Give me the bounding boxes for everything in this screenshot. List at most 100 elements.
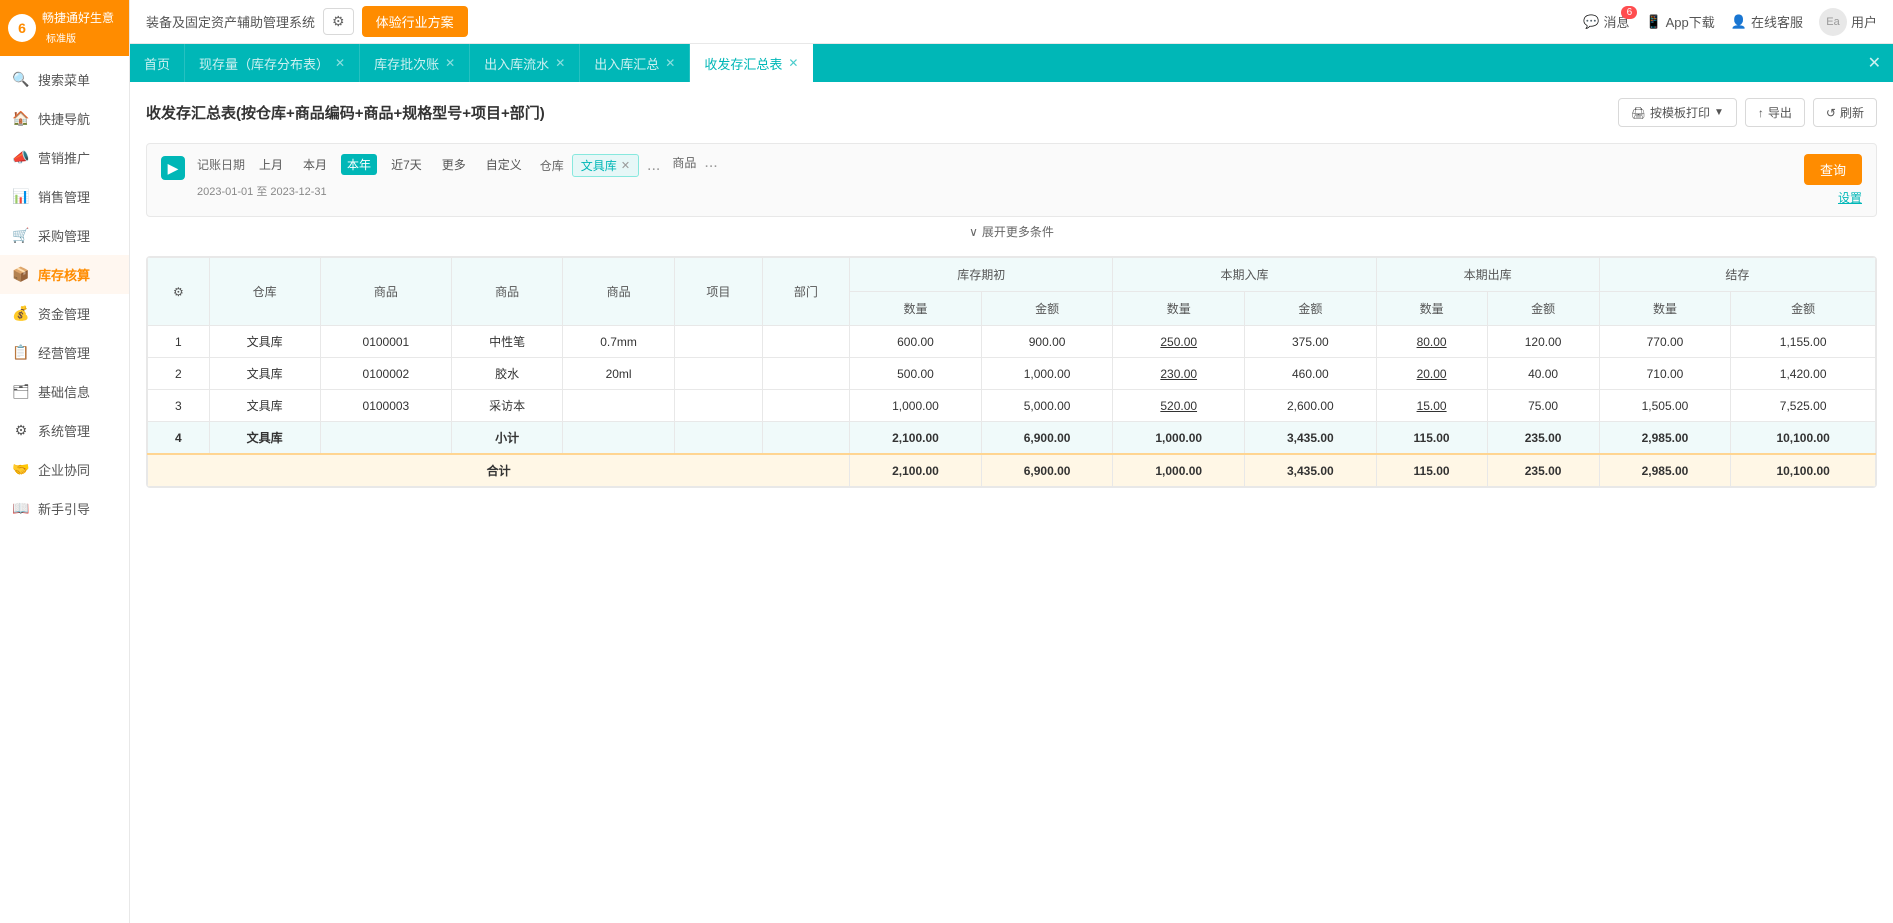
operations-icon: 📋 <box>12 344 30 361</box>
date-btn-more[interactable]: 更多 <box>436 154 472 175</box>
row-no: 2 <box>148 358 210 390</box>
tab-recv-send-label: 收发存汇总表 <box>704 54 782 73</box>
export-icon: ↑ <box>1758 106 1764 120</box>
finance-icon: 💰 <box>12 305 30 322</box>
tabbar: 首页 现存量（库存分布表） ✕ 库存批次账 ✕ 出入库流水 ✕ 出入库汇总 ✕ … <box>130 44 1893 82</box>
sidebar-item-label: 新手引导 <box>38 499 90 518</box>
sidebar-item-label: 系统管理 <box>38 421 90 440</box>
row-open-amt: 5,000.00 <box>981 390 1113 422</box>
tab-inout-flow-close[interactable]: ✕ <box>555 56 565 70</box>
row-end-amt: 1,155.00 <box>1731 326 1876 358</box>
row-in-amt: 2,600.00 <box>1245 390 1377 422</box>
purchase-icon: 🛒 <box>12 227 30 244</box>
warehouse-more-dots[interactable]: ... <box>647 158 660 174</box>
refresh-button[interactable]: ↺ 刷新 <box>1813 98 1877 127</box>
base-info-icon: 🗂 <box>12 383 30 400</box>
goods-code-col-header: 商品 <box>320 258 452 326</box>
goods-more-dots[interactable]: ... <box>704 155 717 171</box>
tab-inout-summary-close[interactable]: ✕ <box>665 56 675 70</box>
row-in-qty[interactable]: 230.00 <box>1113 358 1245 390</box>
settings-col-header[interactable]: ⚙ <box>148 258 210 326</box>
date-btn-this-year[interactable]: 本年 <box>341 154 377 175</box>
warehouse-tag-close[interactable]: ✕ <box>621 159 630 172</box>
sidebar-logo: 6 畅捷通好生意 标准版 <box>0 0 129 56</box>
in-qty-header: 数量 <box>1113 292 1245 326</box>
date-btn-custom[interactable]: 自定义 <box>480 154 528 175</box>
trial-button[interactable]: 体验行业方案 <box>362 6 468 37</box>
date-btn-7days[interactable]: 近7天 <box>385 154 428 175</box>
sidebar-item-base-info[interactable]: 🗂 基础信息 <box>0 372 129 411</box>
tab-inout-summary[interactable]: 出入库汇总 ✕ <box>580 44 690 82</box>
sidebar-item-sales[interactable]: 📊 销售管理 <box>0 177 129 216</box>
row-spec: 20ml <box>563 358 675 390</box>
sidebar-item-quick-nav[interactable]: 🏠 快捷导航 <box>0 99 129 138</box>
row-name: 采访本 <box>452 390 563 422</box>
sidebar-item-marketing[interactable]: 📣 营销推广 <box>0 138 129 177</box>
out-qty-header: 数量 <box>1376 292 1487 326</box>
tab-stock-dist-close[interactable]: ✕ <box>335 56 345 70</box>
tab-home[interactable]: 首页 <box>130 44 185 82</box>
row-spec <box>563 390 675 422</box>
row-no: 1 <box>148 326 210 358</box>
sidebar-item-search[interactable]: 🔍 搜索菜单 <box>0 60 129 99</box>
sidebar-item-guide[interactable]: 📖 新手引导 <box>0 489 129 528</box>
tab-stock-dist[interactable]: 现存量（库存分布表） ✕ <box>185 44 360 82</box>
cooperation-icon: 🤝 <box>12 461 30 478</box>
row-out-qty[interactable]: 20.00 <box>1376 358 1487 390</box>
query-button[interactable]: 查询 <box>1804 154 1862 185</box>
row-out-qty[interactable]: 80.00 <box>1376 326 1487 358</box>
header-right-btns: 🖨 按模板打印 ▼ ↑ 导出 ↺ 刷新 <box>1618 98 1877 127</box>
sidebar-item-label: 销售管理 <box>38 187 90 206</box>
tab-batch-account[interactable]: 库存批次账 ✕ <box>360 44 470 82</box>
row-open-amt: 6,900.00 <box>981 422 1113 455</box>
tab-batch-close[interactable]: ✕ <box>445 56 455 70</box>
sidebar-item-finance[interactable]: 💰 资金管理 <box>0 294 129 333</box>
filter-date-row: 记账日期 上月 本月 本年 近7天 更多 自定义 <box>197 154 528 175</box>
tab-recv-send[interactable]: 收发存汇总表 ✕ <box>690 44 813 82</box>
row-end-amt: 1,420.00 <box>1731 358 1876 390</box>
export-button[interactable]: ↑ 导出 <box>1745 98 1805 127</box>
sidebar-item-purchase[interactable]: 🛒 采购管理 <box>0 216 129 255</box>
tab-inout-flow[interactable]: 出入库流水 ✕ <box>470 44 580 82</box>
row-open-qty: 600.00 <box>850 326 982 358</box>
online-support-button[interactable]: 👤 在线客服 <box>1731 12 1803 31</box>
row-end-qty: 2,985.00 <box>1599 422 1731 455</box>
row-out-qty[interactable]: 15.00 <box>1376 390 1487 422</box>
sidebar-item-label: 搜索菜单 <box>38 70 90 89</box>
sidebar-item-label: 库存核算 <box>38 265 90 284</box>
expand-more-button[interactable]: ∨ 展开更多条件 <box>969 223 1054 240</box>
tab-recv-send-close[interactable]: ✕ <box>788 56 798 70</box>
table-row: 1文具库0100001中性笔0.7mm600.00900.00250.00375… <box>148 326 1876 358</box>
user-button[interactable]: Ea 用户 <box>1819 8 1877 36</box>
date-btn-this-month[interactable]: 本月 <box>297 154 333 175</box>
refresh-icon: ↺ <box>1826 106 1836 120</box>
end-qty-header: 数量 <box>1599 292 1731 326</box>
filter-goods-section: 商品 ... <box>672 154 717 171</box>
out-amt-header: 金额 <box>1487 292 1599 326</box>
out-group-header: 本期出库 <box>1376 258 1599 292</box>
print-button[interactable]: 🖨 按模板打印 ▼ <box>1618 98 1737 127</box>
print-icon: 🖨 <box>1631 106 1646 120</box>
footer-end-amt: 10,100.00 <box>1731 454 1876 487</box>
sidebar-item-inventory[interactable]: 📦 库存核算 <box>0 255 129 294</box>
filter-expand-button[interactable]: ▶ <box>161 156 185 180</box>
marketing-icon: 📣 <box>12 149 30 166</box>
row-dept <box>762 326 850 358</box>
sidebar-item-cooperation[interactable]: 🤝 企业协同 <box>0 450 129 489</box>
row-warehouse: 文具库 <box>209 358 320 390</box>
topbar-settings-button[interactable]: ⚙ <box>323 8 354 35</box>
settings-link[interactable]: 设置 <box>1838 189 1862 206</box>
dept-col-header: 部门 <box>762 258 850 326</box>
row-in-qty[interactable]: 520.00 <box>1113 390 1245 422</box>
sidebar-item-operations[interactable]: 📋 经营管理 <box>0 333 129 372</box>
message-button[interactable]: 💬 消息 6 <box>1583 12 1629 31</box>
goods-name-col-header: 商品 <box>452 258 563 326</box>
warehouse-label: 仓库 <box>540 157 564 174</box>
app-download-button[interactable]: 📱 App下载 <box>1645 12 1714 31</box>
sidebar-item-system[interactable]: ⚙ 系统管理 <box>0 411 129 450</box>
row-code: 0100003 <box>320 390 452 422</box>
project-col-header: 项目 <box>675 258 763 326</box>
tabbar-close-all[interactable]: ✕ <box>1856 53 1893 73</box>
date-btn-last-month[interactable]: 上月 <box>253 154 289 175</box>
row-in-qty[interactable]: 250.00 <box>1113 326 1245 358</box>
